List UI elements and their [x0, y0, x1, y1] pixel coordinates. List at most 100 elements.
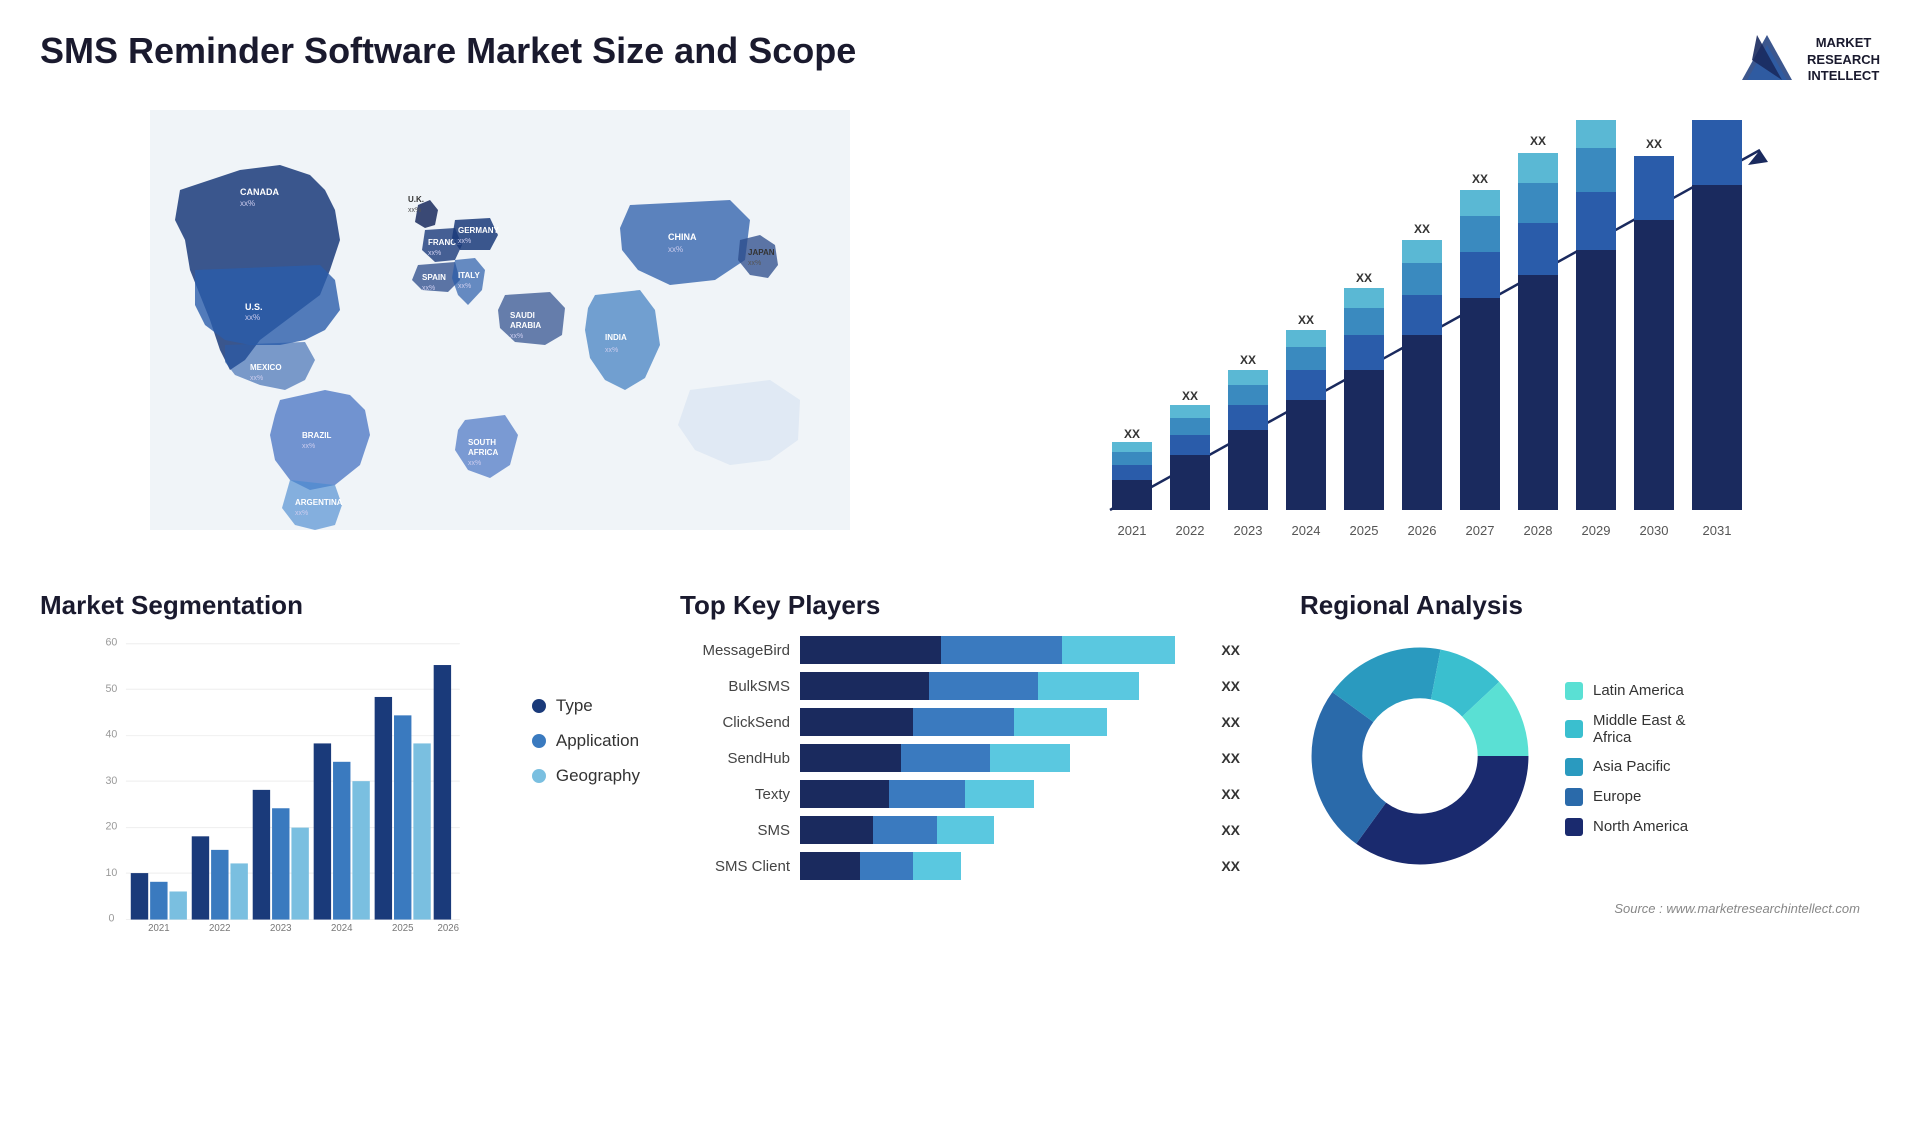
legend-north-america-label: North America — [1593, 818, 1688, 835]
bar-seg-2 — [929, 672, 1038, 700]
bar-chart-section: XX 2021 XX 2022 XX 2023 XX 2024 — [960, 100, 1880, 580]
legend-north-america: North America — [1565, 818, 1688, 836]
svg-text:2023: 2023 — [1234, 523, 1263, 538]
player-bar-clicksend — [800, 708, 1203, 736]
bar-seg-2 — [860, 852, 912, 880]
legend-asia-pacific: Asia Pacific — [1565, 758, 1688, 776]
svg-text:ARABIA: ARABIA — [510, 321, 541, 330]
bar-seg-3 — [1038, 672, 1139, 700]
svg-text:2030: 2030 — [1640, 523, 1669, 538]
legend-type: Type — [532, 696, 640, 716]
header: SMS Reminder Software Market Size and Sc… — [0, 0, 1920, 100]
player-label-texty: XX — [1221, 786, 1240, 802]
player-name-sendhub: SendHub — [680, 750, 790, 767]
legend-latin-america-color — [1565, 682, 1583, 700]
svg-text:2026: 2026 — [1408, 523, 1437, 538]
svg-text:xx%: xx% — [468, 460, 481, 467]
segmentation-section: Market Segmentation 0 10 20 30 40 50 60 — [40, 580, 640, 980]
svg-text:40: 40 — [106, 729, 118, 741]
player-row-bulksms: BulkSMS XX — [680, 672, 1240, 700]
svg-text:xx%: xx% — [250, 375, 263, 382]
svg-text:CHINA: CHINA — [668, 232, 697, 242]
page-title: SMS Reminder Software Market Size and Sc… — [40, 30, 856, 72]
player-label-clicksend: XX — [1221, 714, 1240, 730]
player-row-sendhub: SendHub XX — [680, 744, 1240, 772]
legend-type-dot — [532, 699, 546, 713]
svg-text:10: 10 — [106, 867, 118, 879]
svg-text:2022: 2022 — [1176, 523, 1205, 538]
svg-text:SAUDI: SAUDI — [510, 311, 535, 320]
legend-middle-east-color — [1565, 720, 1583, 738]
map-section: CANADA xx% U.S. xx% MEXICO xx% BRAZIL xx… — [40, 100, 960, 580]
bar-seg-3 — [990, 744, 1071, 772]
svg-text:2026: 2026 — [438, 923, 459, 934]
svg-text:U.S.: U.S. — [245, 302, 263, 312]
svg-text:xx%: xx% — [748, 260, 761, 267]
legend-geography-dot — [532, 769, 546, 783]
svg-text:xx%: xx% — [668, 245, 683, 254]
player-label-smsclient: XX — [1221, 858, 1240, 874]
bar-seg-1 — [800, 852, 860, 880]
bar-seg-3 — [965, 780, 1034, 808]
svg-text:xx%: xx% — [295, 510, 308, 517]
bar-seg-1 — [800, 708, 913, 736]
bar-seg-2 — [941, 636, 1062, 664]
bar-seg-1 — [800, 672, 929, 700]
legend-application-label: Application — [556, 731, 639, 751]
svg-text:XX: XX — [1124, 427, 1140, 441]
svg-text:0: 0 — [108, 912, 114, 924]
regional-title: Regional Analysis — [1300, 590, 1860, 621]
svg-text:50: 50 — [106, 683, 118, 695]
svg-text:30: 30 — [106, 775, 118, 787]
player-row-messagebird: MessageBird XX — [680, 636, 1240, 664]
bar-seg-1 — [800, 636, 941, 664]
svg-text:xx%: xx% — [458, 238, 471, 245]
svg-text:SOUTH: SOUTH — [468, 438, 496, 447]
player-row-smsclient: SMS Client XX — [680, 852, 1240, 880]
regional-section: Regional Analysis — [1280, 580, 1880, 980]
svg-text:2025: 2025 — [392, 923, 413, 934]
svg-text:SPAIN: SPAIN — [422, 273, 446, 282]
svg-text:2023: 2023 — [270, 923, 291, 934]
svg-text:60: 60 — [106, 637, 118, 649]
svg-text:2027: 2027 — [1466, 523, 1495, 538]
legend-geography: Geography — [532, 766, 640, 786]
bar-seg-3 — [913, 852, 961, 880]
player-name-smsclient: SMS Client — [680, 858, 790, 875]
segmentation-title: Market Segmentation — [40, 590, 640, 621]
svg-text:xx%: xx% — [510, 333, 523, 340]
svg-text:xx%: xx% — [422, 285, 435, 292]
bar-seg-1 — [800, 816, 873, 844]
bar-seg-2 — [889, 780, 966, 808]
donut-svg — [1300, 636, 1540, 876]
svg-text:MEXICO: MEXICO — [250, 363, 282, 372]
legend-asia-pacific-color — [1565, 758, 1583, 776]
player-label-sendhub: XX — [1221, 750, 1240, 766]
svg-text:2022: 2022 — [209, 923, 230, 934]
svg-text:2021: 2021 — [1118, 523, 1147, 538]
bar-seg-2 — [901, 744, 990, 772]
bar-seg-3 — [937, 816, 993, 844]
svg-text:INDIA: INDIA — [605, 333, 627, 342]
players-title: Top Key Players — [680, 590, 1240, 621]
svg-text:2028: 2028 — [1524, 523, 1553, 538]
svg-text:XX: XX — [1472, 172, 1488, 186]
player-bar-smsclient — [800, 852, 1203, 880]
svg-text:XX: XX — [1414, 222, 1430, 236]
svg-text:XX: XX — [1298, 313, 1314, 327]
top-players-section: Top Key Players MessageBird XX BulkSMS — [660, 580, 1260, 980]
svg-text:ITALY: ITALY — [458, 271, 480, 280]
regional-legend: Latin America Middle East &Africa Asia P… — [1565, 682, 1688, 836]
bar-seg-1 — [800, 780, 889, 808]
source-text: Source : www.marketresearchintellect.com — [1300, 901, 1860, 916]
bar-seg-2 — [913, 708, 1014, 736]
legend-middle-east-label: Middle East &Africa — [1593, 712, 1686, 746]
svg-text:2021: 2021 — [148, 923, 169, 934]
svg-text:xx%: xx% — [458, 283, 471, 290]
legend-latin-america-label: Latin America — [1593, 682, 1684, 699]
bar-seg-3 — [1062, 636, 1175, 664]
svg-text:20: 20 — [106, 821, 118, 833]
player-name-sms: SMS — [680, 822, 790, 839]
player-name-messagebird: MessageBird — [680, 642, 790, 659]
svg-text:U.K.: U.K. — [408, 195, 424, 204]
